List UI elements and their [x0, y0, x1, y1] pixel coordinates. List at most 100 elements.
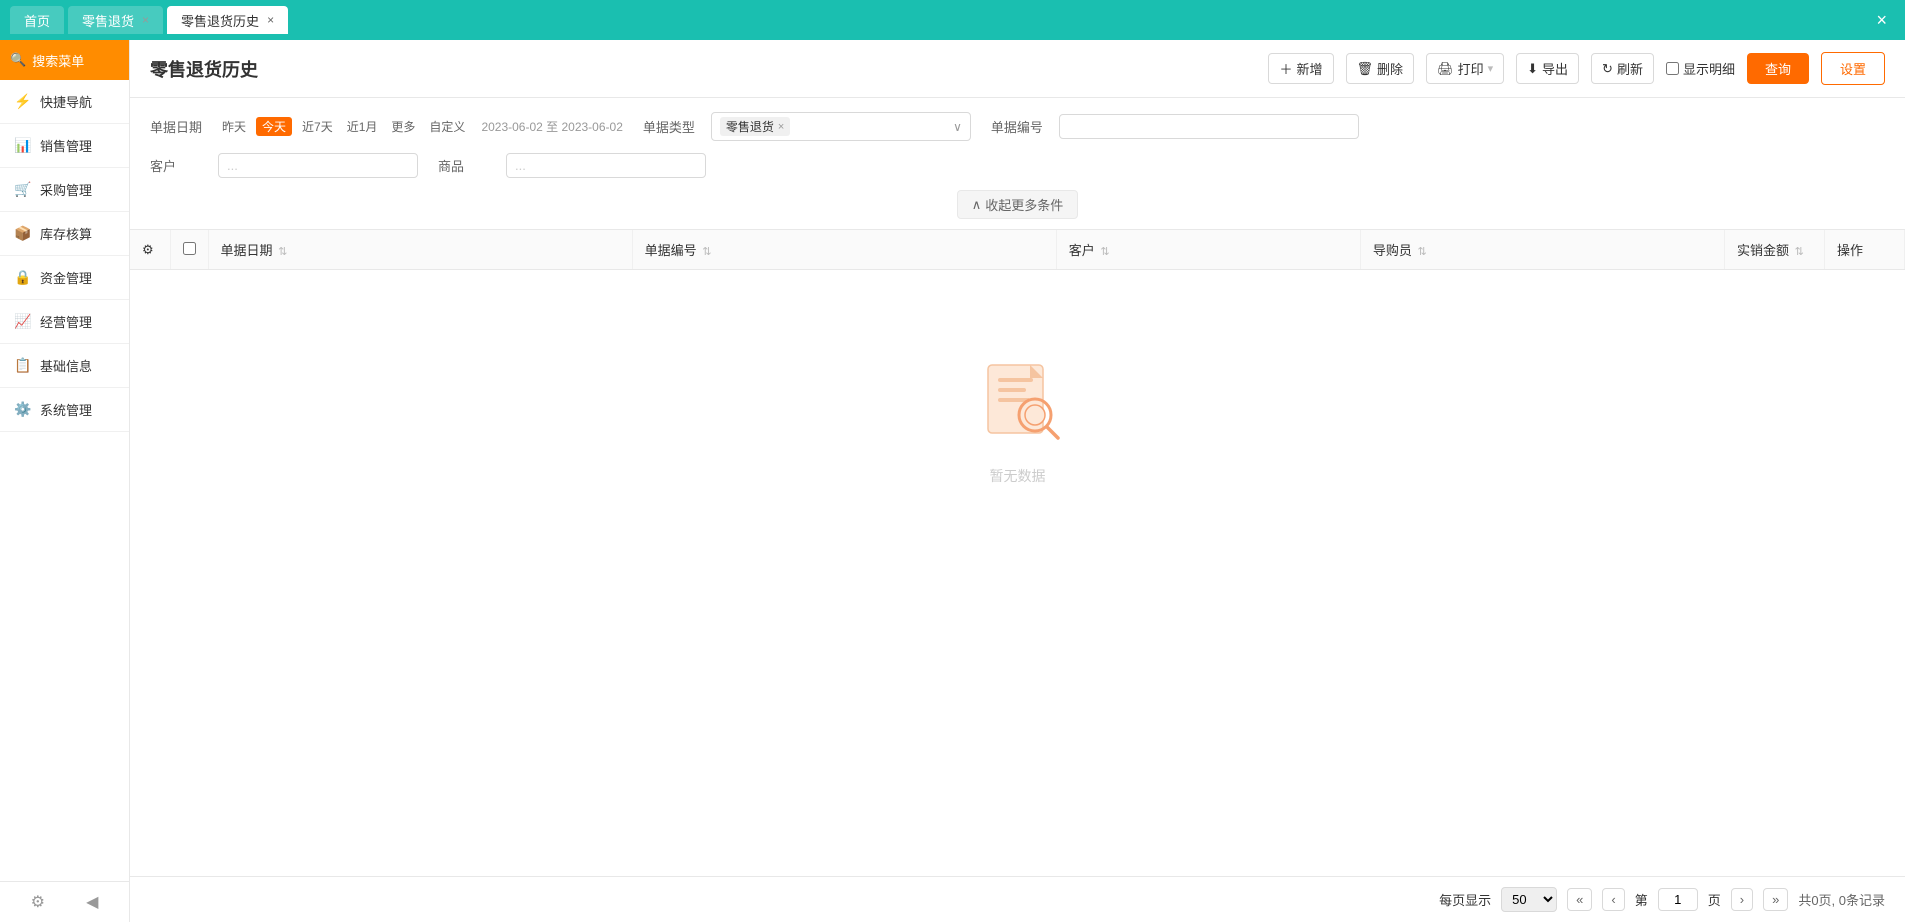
sidebar-item-purchase-label: 采购管理 [40, 180, 92, 199]
content-area: 零售退货历史 ＋ 新增 🗑 删除 🖨 打印 ▾ ⬇ 导出 [130, 40, 1905, 922]
delete-icon: 🗑 [1357, 61, 1374, 77]
bill-type-chevron-icon: ∨ [953, 120, 962, 134]
current-page-input[interactable] [1658, 888, 1698, 911]
sidebar-item-operations[interactable]: 📈 经营管理 [0, 300, 129, 344]
sidebar-item-sales-mgmt[interactable]: 📊 销售管理 [0, 124, 129, 168]
goods-label: 商品 [438, 156, 498, 175]
export-button[interactable]: ⬇ 导出 [1516, 53, 1579, 84]
display-detail-checkbox[interactable]: 显示明细 [1666, 59, 1735, 78]
add-label: 新增 [1297, 59, 1323, 78]
customer-placeholder: ... [227, 158, 238, 173]
date-sort-icon[interactable]: ⇅ [278, 246, 287, 258]
sidebar-item-purchase-mgmt[interactable]: 🛒 采购管理 [0, 168, 129, 212]
next-page-button[interactable]: › [1731, 888, 1753, 911]
query-button[interactable]: 查询 [1747, 53, 1809, 84]
window-close-button[interactable]: × [1868, 11, 1895, 29]
quick-nav-icon: ⚡ [14, 93, 32, 111]
finance-icon: 🔒 [14, 269, 32, 287]
refresh-button[interactable]: ↻ 刷新 [1591, 53, 1654, 84]
add-icon: ＋ [1279, 59, 1292, 78]
sidebar-item-quick-nav[interactable]: ⚡ 快捷导航 [0, 80, 129, 124]
sidebar-item-inventory[interactable]: 📦 库存核算 [0, 212, 129, 256]
customer-sort-icon[interactable]: ⇅ [1100, 246, 1109, 258]
menu-toggle-button[interactable]: ◀ [86, 892, 98, 912]
page-size-select[interactable]: 50 10 20 100 [1501, 887, 1557, 912]
date-opt-yesterday[interactable]: 昨天 [218, 117, 250, 136]
sidebar-item-finance-label: 资金管理 [40, 268, 92, 287]
th-date-label: 单据日期 [221, 243, 273, 258]
goods-placeholder: ... [515, 158, 526, 173]
tab-retail-return-close[interactable]: × [142, 13, 149, 27]
bill-type-select[interactable]: 零售退货 × ∨ [711, 112, 971, 141]
last-page-button[interactable]: » [1763, 888, 1788, 911]
prev-page-button[interactable]: ‹ [1602, 888, 1624, 911]
sidebar-search[interactable]: 🔍 搜索菜单 [0, 40, 129, 80]
filter-row-1: 单据日期 昨天 今天 近7天 近1月 更多 自定义 2023-06-02 至 2… [150, 112, 1885, 141]
collapse-icon: ∧ [972, 197, 982, 213]
tab-retail-return-history[interactable]: 零售退货历史 × [167, 6, 288, 34]
print-button[interactable]: 🖨 打印 ▾ [1426, 53, 1504, 84]
sidebar: 🔍 搜索菜单 ⚡ 快捷导航 📊 销售管理 🛒 采购管理 📦 库存核算 🔒 资金管… [0, 40, 130, 922]
bill-type-filter-group: 单据类型 零售退货 × ∨ [643, 112, 971, 141]
tab-retail-return-history-close[interactable]: × [267, 13, 274, 27]
sidebar-item-system-label: 系统管理 [40, 400, 92, 419]
purchase-icon: 🛒 [14, 181, 32, 199]
collapse-button[interactable]: ∧ 收起更多条件 [957, 190, 1079, 219]
add-button[interactable]: ＋ 新增 [1268, 53, 1333, 84]
header-actions: ＋ 新增 🗑 删除 🖨 打印 ▾ ⬇ 导出 ↻ 刷新 [1268, 52, 1885, 85]
date-opt-7days[interactable]: 近7天 [298, 117, 337, 136]
date-options: 昨天 今天 近7天 近1月 更多 自定义 [218, 117, 469, 136]
tab-retail-return-history-label: 零售退货历史 [181, 11, 259, 30]
filter-row-2: 客户 ... 商品 ... [150, 153, 1885, 178]
export-label: 导出 [1542, 59, 1568, 78]
customer-label: 客户 [150, 156, 210, 175]
th-checkbox[interactable] [170, 230, 208, 270]
customer-filter-group: 客户 ... [150, 153, 418, 178]
basic-info-icon: 📋 [14, 357, 32, 375]
setting-button[interactable]: 设置 [1821, 52, 1885, 85]
print-icon: 🖨 [1437, 61, 1454, 77]
operations-icon: 📈 [14, 313, 32, 331]
th-ops: 操作 [1825, 230, 1905, 270]
sidebar-item-basic-info-label: 基础信息 [40, 356, 92, 375]
th-ops-label: 操作 [1837, 243, 1863, 258]
tab-home-label: 首页 [24, 11, 50, 30]
delete-label: 删除 [1377, 59, 1403, 78]
search-icon: 🔍 [10, 52, 26, 68]
tab-home[interactable]: 首页 [10, 6, 64, 34]
tab-retail-return-label: 零售退货 [82, 11, 134, 30]
bill-type-tag-text: 零售退货 [726, 118, 774, 135]
goods-select[interactable]: ... [506, 153, 706, 178]
sidebar-item-quick-nav-label: 快捷导航 [40, 92, 92, 111]
th-date: 单据日期 ⇅ [208, 230, 632, 270]
select-all-checkbox[interactable] [183, 242, 196, 255]
th-settings[interactable]: ⚙ [130, 230, 170, 270]
date-opt-custom[interactable]: 自定义 [425, 117, 469, 136]
sidebar-item-finance[interactable]: 🔒 资金管理 [0, 256, 129, 300]
billno-sort-icon[interactable]: ⇅ [702, 246, 711, 258]
table-settings-icon[interactable]: ⚙ [142, 242, 154, 257]
page-size-label: 每页显示 [1439, 890, 1491, 909]
date-opt-today[interactable]: 今天 [256, 117, 292, 136]
bill-no-input[interactable] [1059, 114, 1359, 139]
customer-select[interactable]: ... [218, 153, 418, 178]
sidebar-item-system-mgmt[interactable]: ⚙️ 系统管理 [0, 388, 129, 432]
date-opt-1month[interactable]: 近1月 [343, 117, 382, 136]
th-customer: 客户 ⇅ [1056, 230, 1360, 270]
settings-bottom-button[interactable]: ⚙ [31, 892, 45, 912]
sidebar-item-basic-info[interactable]: 📋 基础信息 [0, 344, 129, 388]
page-total: 共0页, 0条记录 [1798, 890, 1885, 909]
tab-retail-return[interactable]: 零售退货 × [68, 6, 163, 34]
main-layout: 🔍 搜索菜单 ⚡ 快捷导航 📊 销售管理 🛒 采购管理 📦 库存核算 🔒 资金管… [0, 40, 1905, 922]
date-opt-more[interactable]: 更多 [387, 117, 419, 136]
first-page-button[interactable]: « [1567, 888, 1592, 911]
guide-sort-icon[interactable]: ⇅ [1418, 246, 1427, 258]
bill-type-tag-close[interactable]: × [778, 121, 784, 133]
display-detail-check[interactable] [1666, 62, 1679, 75]
th-amount: 实销金额 ⇅ [1725, 230, 1825, 270]
export-icon: ⬇ [1527, 61, 1538, 77]
filter-area: 单据日期 昨天 今天 近7天 近1月 更多 自定义 2023-06-02 至 2… [130, 98, 1905, 230]
amount-sort-icon[interactable]: ⇅ [1795, 246, 1804, 258]
bill-type-label: 单据类型 [643, 117, 703, 136]
delete-button[interactable]: 🗑 删除 [1346, 53, 1415, 84]
